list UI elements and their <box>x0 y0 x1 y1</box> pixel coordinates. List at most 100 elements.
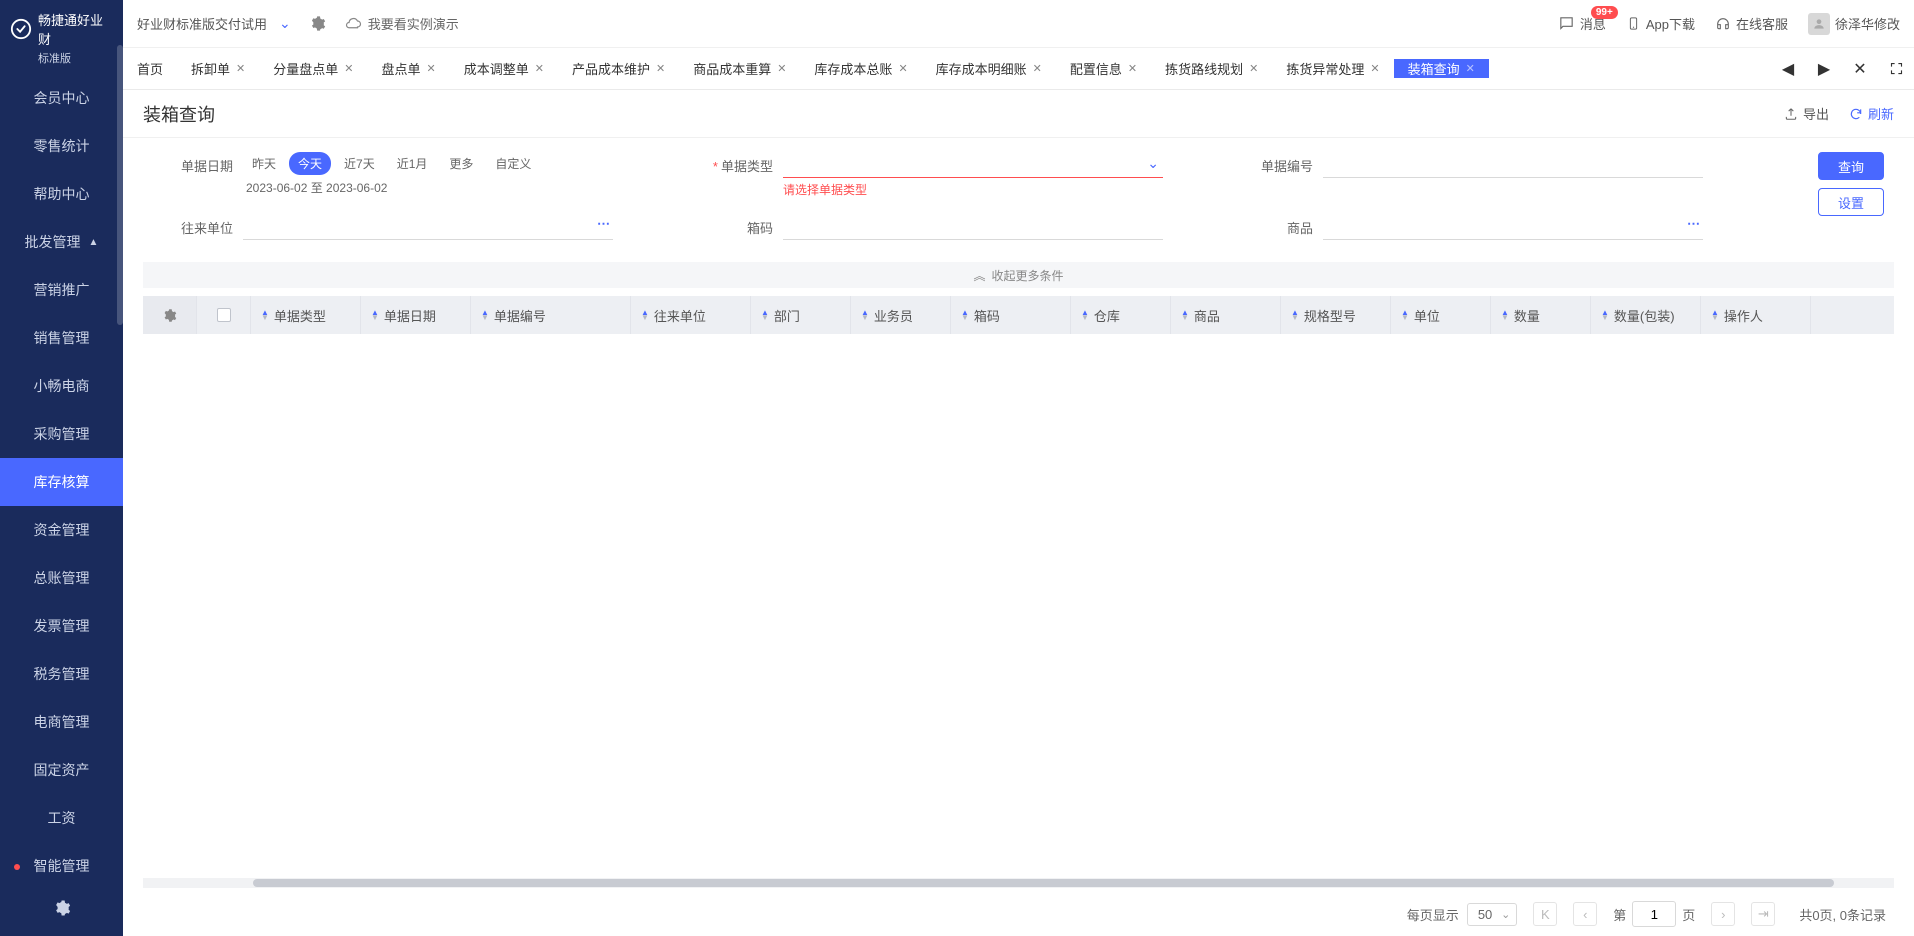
close-icon[interactable]: ✕ <box>236 62 245 75</box>
sidebar-item[interactable]: 销售管理 <box>0 314 123 362</box>
gear-icon[interactable] <box>309 15 326 32</box>
demo-link[interactable]: 我要看实例演示 <box>344 14 459 33</box>
tab[interactable]: 首页 <box>123 59 177 78</box>
tab[interactable]: 盘点单✕ <box>367 59 449 78</box>
column-header[interactable]: ▲▼部门 <box>751 296 851 334</box>
sidebar-item[interactable]: 智能管理 <box>0 842 123 885</box>
close-icon[interactable]: ✕ <box>1033 62 1042 75</box>
close-icon[interactable]: ✕ <box>1370 62 1379 75</box>
sidebar-item[interactable]: 发票管理 <box>0 602 123 650</box>
sort-icon[interactable]: ▲▼ <box>261 310 269 320</box>
close-icon[interactable]: ✕ <box>1128 62 1137 75</box>
query-button[interactable]: 查询 <box>1818 152 1884 180</box>
tab[interactable]: 拆卸单✕ <box>177 59 259 78</box>
column-header[interactable]: ▲▼数量 <box>1491 296 1591 334</box>
sidebar-item[interactable]: 工资 <box>0 794 123 842</box>
tab-close-all[interactable]: ✕ <box>1842 48 1878 90</box>
collapse-filters[interactable]: ︽ 收起更多条件 <box>143 262 1894 288</box>
column-header[interactable]: ▲▼操作人 <box>1701 296 1811 334</box>
tab[interactable]: 成本调整单✕ <box>450 59 558 78</box>
first-page-button[interactable]: K <box>1533 902 1557 926</box>
date-pill[interactable]: 更多 <box>440 152 482 175</box>
sort-icon[interactable]: ▲▼ <box>1711 310 1719 320</box>
date-pill[interactable]: 近7天 <box>335 152 384 175</box>
tab[interactable]: 拣货路线规划✕ <box>1151 59 1272 78</box>
sidebar-item[interactable]: 采购管理 <box>0 410 123 458</box>
sidebar-item[interactable]: 批发管理▲ <box>0 218 123 266</box>
sidebar-item[interactable]: 营销推广 <box>0 266 123 314</box>
date-pill[interactable]: 近1月 <box>388 152 437 175</box>
sort-icon[interactable]: ▲▼ <box>961 310 969 320</box>
box-code-input[interactable] <box>783 214 1163 240</box>
sort-icon[interactable]: ▲▼ <box>1181 310 1189 320</box>
export-button[interactable]: 导出 <box>1784 104 1829 123</box>
tab[interactable]: 拣货异常处理✕ <box>1272 59 1393 78</box>
bill-type-select[interactable] <box>783 152 1163 178</box>
sidebar-item[interactable]: 零售统计 <box>0 122 123 170</box>
column-settings-button[interactable] <box>143 296 197 334</box>
last-page-button[interactable]: ⇥ <box>1751 902 1775 926</box>
close-icon[interactable]: ✕ <box>535 62 544 75</box>
ellipsis-icon[interactable]: ⋯ <box>1687 216 1701 232</box>
partner-input[interactable] <box>243 214 613 240</box>
close-icon[interactable]: ✕ <box>1466 62 1475 75</box>
close-icon[interactable]: ✕ <box>1249 62 1258 75</box>
tab[interactable]: 库存成本明细账✕ <box>922 59 1056 78</box>
prev-page-button[interactable]: ‹ <box>1573 902 1597 926</box>
sort-icon[interactable]: ▲▼ <box>861 310 869 320</box>
horizontal-scrollbar-thumb[interactable] <box>253 879 1834 887</box>
sort-icon[interactable]: ▲▼ <box>481 310 489 320</box>
sort-icon[interactable]: ▲▼ <box>1081 310 1089 320</box>
column-header[interactable]: ▲▼数量(包装) <box>1591 296 1701 334</box>
page-number-input[interactable] <box>1632 901 1676 927</box>
sort-icon[interactable]: ▲▼ <box>761 310 769 320</box>
tab[interactable]: 配置信息✕ <box>1056 59 1151 78</box>
column-header[interactable]: ▲▼箱码 <box>951 296 1071 334</box>
column-header[interactable]: ▲▼商品 <box>1171 296 1281 334</box>
date-pill[interactable]: 自定义 <box>486 152 540 175</box>
bill-number-input[interactable] <box>1323 152 1703 178</box>
column-header[interactable]: ▲▼单位 <box>1391 296 1491 334</box>
sidebar-item[interactable]: 资金管理 <box>0 506 123 554</box>
sidebar-item[interactable]: 帮助中心 <box>0 170 123 218</box>
next-page-button[interactable]: › <box>1711 902 1735 926</box>
tenant-selector[interactable]: 好业财标准版交付试用 ⌄ <box>137 14 291 33</box>
column-header[interactable]: ▲▼单据类型 <box>251 296 361 334</box>
sort-icon[interactable]: ▲▼ <box>371 310 379 320</box>
column-header[interactable]: ▲▼往来单位 <box>631 296 751 334</box>
tab[interactable]: 库存成本总账✕ <box>800 59 921 78</box>
support-button[interactable]: 在线客服 <box>1715 14 1788 33</box>
sort-icon[interactable]: ▲▼ <box>1501 310 1509 320</box>
sidebar-item[interactable]: 电商管理 <box>0 698 123 746</box>
column-header[interactable]: ▲▼规格型号 <box>1281 296 1391 334</box>
messages-button[interactable]: 消息 99+ <box>1558 14 1606 33</box>
tab[interactable]: 分量盘点单✕ <box>259 59 367 78</box>
sort-icon[interactable]: ▲▼ <box>1291 310 1299 320</box>
sort-icon[interactable]: ▲▼ <box>641 310 649 320</box>
user-menu[interactable]: 徐泽华修改 <box>1808 13 1900 35</box>
sidebar-item[interactable]: 库存核算 <box>0 458 123 506</box>
fullscreen-icon[interactable] <box>1878 48 1914 90</box>
close-icon[interactable]: ✕ <box>898 62 907 75</box>
goods-input[interactable] <box>1323 214 1703 240</box>
download-button[interactable]: App下载 <box>1626 14 1695 33</box>
horizontal-scrollbar-track[interactable] <box>143 878 1894 888</box>
tab[interactable]: 商品成本重算✕ <box>679 59 800 78</box>
date-pill[interactable]: 昨天 <box>243 152 285 175</box>
tab[interactable]: 装箱查询✕ <box>1394 59 1489 78</box>
tab-scroll-right[interactable]: ▶ <box>1806 48 1842 90</box>
tab[interactable]: 产品成本维护✕ <box>558 59 679 78</box>
tab-scroll-left[interactable]: ◀ <box>1770 48 1806 90</box>
sidebar-item[interactable]: 总账管理 <box>0 554 123 602</box>
page-size-select[interactable]: 50 ⌄ <box>1467 903 1517 926</box>
column-header[interactable]: ▲▼单据编号 <box>471 296 631 334</box>
date-pill[interactable]: 今天 <box>289 152 331 175</box>
sidebar-item[interactable]: 固定资产 <box>0 746 123 794</box>
settings-icon[interactable] <box>0 885 123 936</box>
close-icon[interactable]: ✕ <box>777 62 786 75</box>
column-header[interactable]: ▲▼仓库 <box>1071 296 1171 334</box>
close-icon[interactable]: ✕ <box>427 62 436 75</box>
sidebar-item[interactable]: 税务管理 <box>0 650 123 698</box>
column-header[interactable]: ▲▼单据日期 <box>361 296 471 334</box>
close-icon[interactable]: ✕ <box>656 62 665 75</box>
